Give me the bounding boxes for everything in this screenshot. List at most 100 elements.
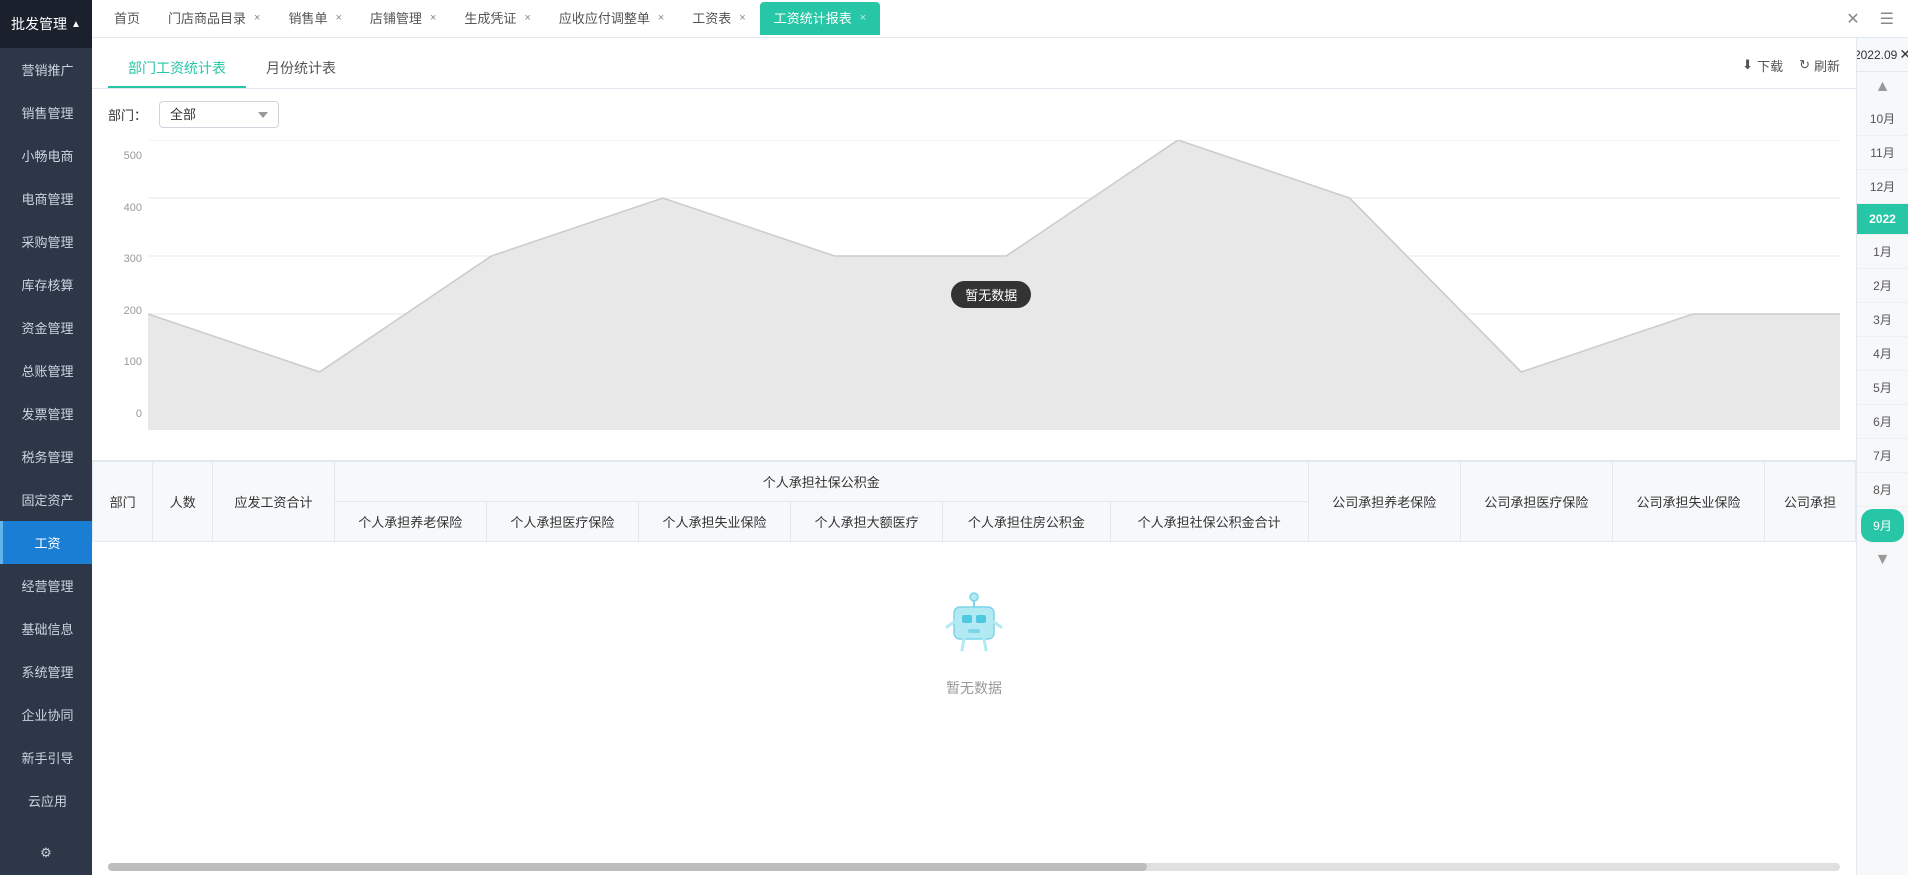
sidebar-item-采购管理[interactable]: 采购管理 <box>0 220 92 263</box>
date-item-7月[interactable]: 7月 <box>1857 439 1908 473</box>
date-item-1月[interactable]: 1月 <box>1857 235 1908 269</box>
date-item-year-2022[interactable]: 2022 <box>1857 204 1908 235</box>
filter-label: 部门： <box>108 105 147 124</box>
y-label-0: 0 <box>108 408 148 420</box>
tab-close-销售单[interactable]: × <box>335 12 341 24</box>
sidebar: 批发管理 ▲ 营销推广 销售管理 小畅电商 电商管理 采购管理 库存核算 资金管… <box>0 0 92 875</box>
empty-text: 暂无数据 <box>946 678 1002 698</box>
date-item-3月[interactable]: 3月 <box>1857 303 1908 337</box>
tab-close-应收应付调整单[interactable]: × <box>658 12 664 24</box>
data-table: 部门 人数 应发工资合计 个人承担社保公积金 公司承担养老保险 公司承担医疗保险… <box>92 461 1856 542</box>
tab-bar-close-all[interactable]: ✕ <box>1840 7 1865 31</box>
y-label-500: 500 <box>108 150 148 162</box>
sidebar-item-资金管理[interactable]: 资金管理 <box>0 306 92 349</box>
th-公司承担医疗保险: 公司承担医疗保险 <box>1460 462 1612 542</box>
date-item-2月[interactable]: 2月 <box>1857 269 1908 303</box>
date-item-5月[interactable]: 5月 <box>1857 371 1908 405</box>
sidebar-settings-button[interactable]: ⚙ <box>0 831 92 875</box>
sidebar-item-系统管理[interactable]: 系统管理 <box>0 650 92 693</box>
table-scrollbar-thumb[interactable] <box>108 863 1147 871</box>
tab-close-店铺管理[interactable]: × <box>430 12 436 24</box>
date-item-11月[interactable]: 11月 <box>1857 136 1908 170</box>
th-公司承担: 公司承担 <box>1765 462 1856 542</box>
chart-wrapper: 0 100 200 300 400 500 <box>108 140 1840 460</box>
sidebar-item-销售管理[interactable]: 销售管理 <box>0 91 92 134</box>
sidebar-item-新手引导[interactable]: 新手引导 <box>0 736 92 779</box>
th-个人承担社保公积金合计: 个人承担社保公积金合计 <box>1110 502 1308 542</box>
sub-tab-部门工资统计表[interactable]: 部门工资统计表 <box>108 50 246 88</box>
date-item-10月[interactable]: 10月 <box>1857 102 1908 136</box>
tab-close-工资统计报表[interactable]: × <box>860 12 866 24</box>
th-个人承担大额医疗: 个人承担大额医疗 <box>791 502 943 542</box>
tab-店铺管理[interactable]: 店铺管理 × <box>356 2 450 35</box>
th-个人承担养老保险: 个人承担养老保险 <box>334 502 486 542</box>
sidebar-item-营销推广[interactable]: 营销推广 <box>0 48 92 91</box>
tab-门店商品目录[interactable]: 门店商品目录 × <box>154 2 274 35</box>
y-label-300: 300 <box>108 253 148 265</box>
department-select[interactable]: 全部 销售部 财务部 行政部 技术部 <box>159 101 279 128</box>
sidebar-item-库存核算[interactable]: 库存核算 <box>0 263 92 306</box>
sidebar-item-工资[interactable]: 工资 <box>0 521 92 564</box>
tab-销售单[interactable]: 销售单 × <box>274 2 355 35</box>
empty-state: 暂无数据 <box>92 542 1856 738</box>
download-icon: ⬇ <box>1742 57 1753 73</box>
sidebar-collapse-icon[interactable]: ▲ <box>71 19 81 30</box>
refresh-button[interactable]: ↻ 刷新 <box>1799 56 1840 75</box>
sidebar-item-税务管理[interactable]: 税务管理 <box>0 435 92 478</box>
sidebar-item-基础信息[interactable]: 基础信息 <box>0 607 92 650</box>
date-panel-header: 2022.09 ✕ <box>1857 38 1908 72</box>
sidebar-item-企业协同[interactable]: 企业协同 <box>0 693 92 736</box>
date-panel-year: 2022.09 <box>1856 48 1897 62</box>
sub-tabs: 部门工资统计表 月份统计表 <box>108 50 356 88</box>
sub-tab-actions: ⬇ 下载 ↻ 刷新 <box>1742 56 1840 83</box>
table-scrollbar[interactable] <box>108 863 1840 871</box>
date-nav-up[interactable]: ▲ <box>1857 72 1908 102</box>
y-label-400: 400 <box>108 202 148 214</box>
tab-首页[interactable]: 首页 <box>100 2 154 35</box>
sidebar-item-总账管理[interactable]: 总账管理 <box>0 349 92 392</box>
page-content: 部门工资统计表 月份统计表 ⬇ 下载 ↻ 刷新 <box>92 38 1856 875</box>
tab-工资统计报表[interactable]: 工资统计报表 × <box>760 2 880 35</box>
tab-bar-menu-icon[interactable]: ☰ <box>1874 7 1900 31</box>
empty-robot-icon <box>934 582 1014 662</box>
tab-应收应付调整单[interactable]: 应收应付调整单 × <box>545 2 678 35</box>
sidebar-header: 批发管理 ▲ <box>0 0 92 48</box>
th-公司承担养老保险: 公司承担养老保险 <box>1308 462 1460 542</box>
date-item-8月[interactable]: 8月 <box>1857 473 1908 507</box>
sub-tab-月份统计表[interactable]: 月份统计表 <box>246 50 356 88</box>
tab-close-生成凭证[interactable]: × <box>524 12 530 24</box>
sidebar-item-云应用[interactable]: 云应用 <box>0 779 92 822</box>
tab-生成凭证[interactable]: 生成凭证 × <box>450 2 544 35</box>
table-container[interactable]: 部门 人数 应发工资合计 个人承担社保公积金 公司承担养老保险 公司承担医疗保险… <box>92 460 1856 859</box>
download-button[interactable]: ⬇ 下载 <box>1742 56 1783 75</box>
date-item-4月[interactable]: 4月 <box>1857 337 1908 371</box>
th-公司承担失业保险: 公司承担失业保险 <box>1612 462 1764 542</box>
tab-close-门店商品目录[interactable]: × <box>254 12 260 24</box>
date-nav-down[interactable]: ▼ <box>1857 545 1908 575</box>
filter-bar: 部门： 全部 销售部 财务部 行政部 技术部 <box>92 89 1856 140</box>
sidebar-item-发票管理[interactable]: 发票管理 <box>0 392 92 435</box>
sidebar-item-小畅电商[interactable]: 小畅电商 <box>0 134 92 177</box>
tab-bar: 首页 门店商品目录 × 销售单 × 店铺管理 × 生成凭证 × 应收应付调整单 … <box>92 0 1908 38</box>
sidebar-title: 批发管理 <box>11 14 67 34</box>
date-item-9月[interactable]: 9月 <box>1861 509 1904 543</box>
th-人数: 人数 <box>153 462 213 542</box>
th-个人承担医疗保险: 个人承担医疗保险 <box>486 502 638 542</box>
date-item-12月[interactable]: 12月 <box>1857 170 1908 204</box>
y-label-200: 200 <box>108 305 148 317</box>
chart-container: 0 100 200 300 400 500 <box>92 140 1856 460</box>
chart-yaxis: 0 100 200 300 400 500 <box>108 140 148 430</box>
sub-tab-bar: 部门工资统计表 月份统计表 ⬇ 下载 ↻ 刷新 <box>92 38 1856 89</box>
th-部门: 部门 <box>93 462 153 542</box>
sidebar-item-经营管理[interactable]: 经营管理 <box>0 564 92 607</box>
tab-close-工资表[interactable]: × <box>739 12 745 24</box>
date-item-6月[interactable]: 6月 <box>1857 405 1908 439</box>
sidebar-item-固定资产[interactable]: 固定资产 <box>0 478 92 521</box>
tab-工资表[interactable]: 工资表 × <box>678 2 759 35</box>
date-panel-close-icon[interactable]: ✕ <box>1899 46 1908 63</box>
refresh-icon: ↻ <box>1799 57 1810 73</box>
date-panel: 2022.09 ✕ ▲ 10月 11月 12月 2022 1月 2月 <box>1856 38 1908 875</box>
sidebar-item-电商管理[interactable]: 电商管理 <box>0 177 92 220</box>
tab-bar-end: ✕ ☰ <box>1840 7 1900 31</box>
y-label-100: 100 <box>108 356 148 368</box>
